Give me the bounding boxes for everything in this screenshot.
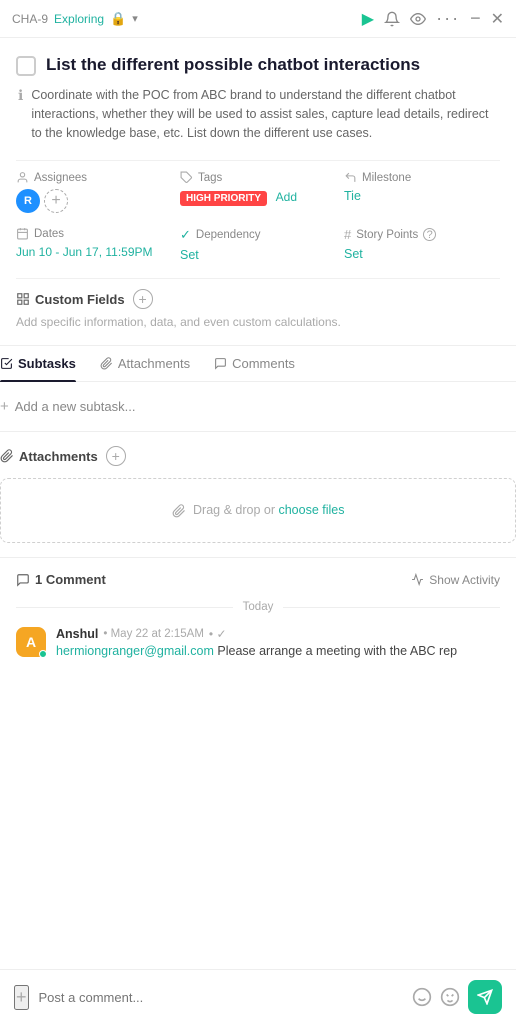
attachments-label: Attachments [0, 449, 98, 464]
drop-zone[interactable]: Drag & drop or choose files [0, 478, 516, 543]
subtasks-section: + Add a new subtask... [0, 382, 516, 432]
exploring-label: Exploring [54, 12, 104, 26]
send-button[interactable] [468, 980, 502, 1014]
story-points-label: # Story Points ? [344, 227, 500, 242]
add-assignee-button[interactable]: + [44, 189, 68, 213]
comment-body: Anshul • May 22 at 2:15AM • ✓ hermiongra… [56, 627, 457, 658]
cat-button[interactable] [440, 987, 460, 1007]
main-content: List the different possible chatbot inte… [0, 38, 516, 329]
today-divider: Today [16, 601, 500, 613]
assignee-avatars: R + [16, 189, 172, 213]
milestone-label: Milestone [344, 171, 500, 184]
plus-icon: + [0, 398, 9, 415]
description-text: Coordinate with the POC from ABC brand t… [31, 86, 498, 142]
tags-value: HIGH PRIORITY Add [180, 189, 336, 206]
check-icon: ✓ [180, 227, 191, 243]
emoji-button[interactable] [412, 987, 432, 1007]
comment-time: • May 22 at 2:15AM [103, 628, 204, 640]
top-bar: CHA-9 Exploring 🔒 ▾ ▶ ··· − ✕ [0, 0, 516, 38]
comment-avatar: A [16, 627, 46, 657]
comment-item: A Anshul • May 22 at 2:15AM • ✓ hermiong… [16, 627, 500, 658]
story-points-value[interactable]: Set [344, 247, 500, 261]
comment-email[interactable]: hermiongranger@gmail.com [56, 644, 214, 658]
bottom-plus-button[interactable]: + [14, 985, 29, 1010]
add-subtask-button[interactable]: + Add a new subtask... [0, 394, 516, 419]
attachments-header: Attachments + [0, 446, 516, 466]
comments-header: 1 Comment Show Activity [16, 572, 500, 587]
custom-fields-section: Custom Fields + Add specific information… [16, 289, 500, 329]
tabs-nav: Subtasks Attachments Comments [0, 346, 516, 382]
bell-button[interactable] [384, 11, 400, 27]
divider [16, 160, 500, 161]
show-activity-button[interactable]: Show Activity [411, 573, 500, 587]
top-bar-actions: ▶ ··· − ✕ [362, 8, 504, 29]
milestone-value[interactable]: Tie [344, 189, 500, 203]
dates-label: Dates [16, 227, 172, 240]
lock-icon: 🔒 [110, 11, 126, 27]
comment-input[interactable] [39, 990, 402, 1005]
high-priority-tag[interactable]: HIGH PRIORITY [180, 191, 267, 206]
play-button[interactable]: ▶ [362, 9, 374, 29]
assignees-field: Assignees R + [16, 171, 172, 213]
avatar: R [16, 189, 40, 213]
help-icon: ? [423, 228, 436, 241]
bottom-bar: + [0, 969, 516, 1024]
minimize-button[interactable]: − [470, 8, 481, 29]
fields-grid: Assignees R + Tags HIGH PRIORITY Add Mil… [16, 171, 500, 262]
dates-value[interactable]: Jun 10 - Jun 17, 11:59PM [16, 245, 172, 259]
drop-zone-text: Drag & drop or [193, 503, 278, 517]
assignees-label: Assignees [16, 171, 172, 184]
task-id: CHA-9 [12, 12, 48, 26]
attachments-section: Attachments + Drag & drop or choose file… [0, 432, 516, 558]
dependency-value[interactable]: Set [180, 248, 336, 262]
custom-fields-header: Custom Fields + [16, 289, 500, 309]
bottom-icons [412, 980, 502, 1014]
tab-attachments[interactable]: Attachments [100, 346, 190, 381]
online-dot [39, 650, 47, 658]
hash-icon: # [344, 227, 351, 242]
info-icon: ℹ [18, 87, 23, 142]
tabs-section: Subtasks Attachments Comments [0, 345, 516, 382]
comment-meta: Anshul • May 22 at 2:15AM • ✓ [56, 627, 457, 641]
add-custom-field-button[interactable]: + [133, 289, 153, 309]
comments-section: 1 Comment Show Activity Today A Anshul •… [0, 558, 516, 672]
divider-2 [16, 278, 500, 279]
dates-field: Dates Jun 10 - Jun 17, 11:59PM [16, 227, 172, 262]
add-attachment-button[interactable]: + [106, 446, 126, 466]
close-button[interactable]: ✕ [491, 9, 504, 29]
tab-subtasks[interactable]: Subtasks [0, 346, 76, 381]
comment-author: Anshul [56, 627, 98, 641]
tab-comments[interactable]: Comments [214, 346, 295, 381]
comment-text: hermiongranger@gmail.com Please arrange … [56, 644, 457, 658]
story-points-field: # Story Points ? Set [344, 227, 500, 262]
task-header: List the different possible chatbot inte… [16, 54, 500, 76]
custom-fields-hint: Add specific information, data, and even… [16, 315, 500, 329]
comments-label: 1 Comment [16, 572, 106, 587]
choose-files-link[interactable]: choose files [278, 503, 344, 517]
custom-fields-label: Custom Fields [16, 292, 125, 307]
dependency-label: ✓ Dependency [180, 227, 336, 243]
tags-label: Tags [180, 171, 336, 184]
dependency-field: ✓ Dependency Set [180, 227, 336, 262]
comment-check-icon: • ✓ [209, 627, 227, 641]
task-title: List the different possible chatbot inte… [46, 54, 420, 76]
chevron-down-icon[interactable]: ▾ [132, 12, 138, 25]
eye-button[interactable] [410, 11, 426, 27]
add-tag-link[interactable]: Add [276, 190, 297, 204]
task-description: ℹ Coordinate with the POC from ABC brand… [16, 86, 500, 142]
task-checkbox[interactable] [16, 56, 36, 76]
tags-field: Tags HIGH PRIORITY Add [180, 171, 336, 213]
milestone-field: Milestone Tie [344, 171, 500, 213]
more-button[interactable]: ··· [436, 8, 460, 29]
